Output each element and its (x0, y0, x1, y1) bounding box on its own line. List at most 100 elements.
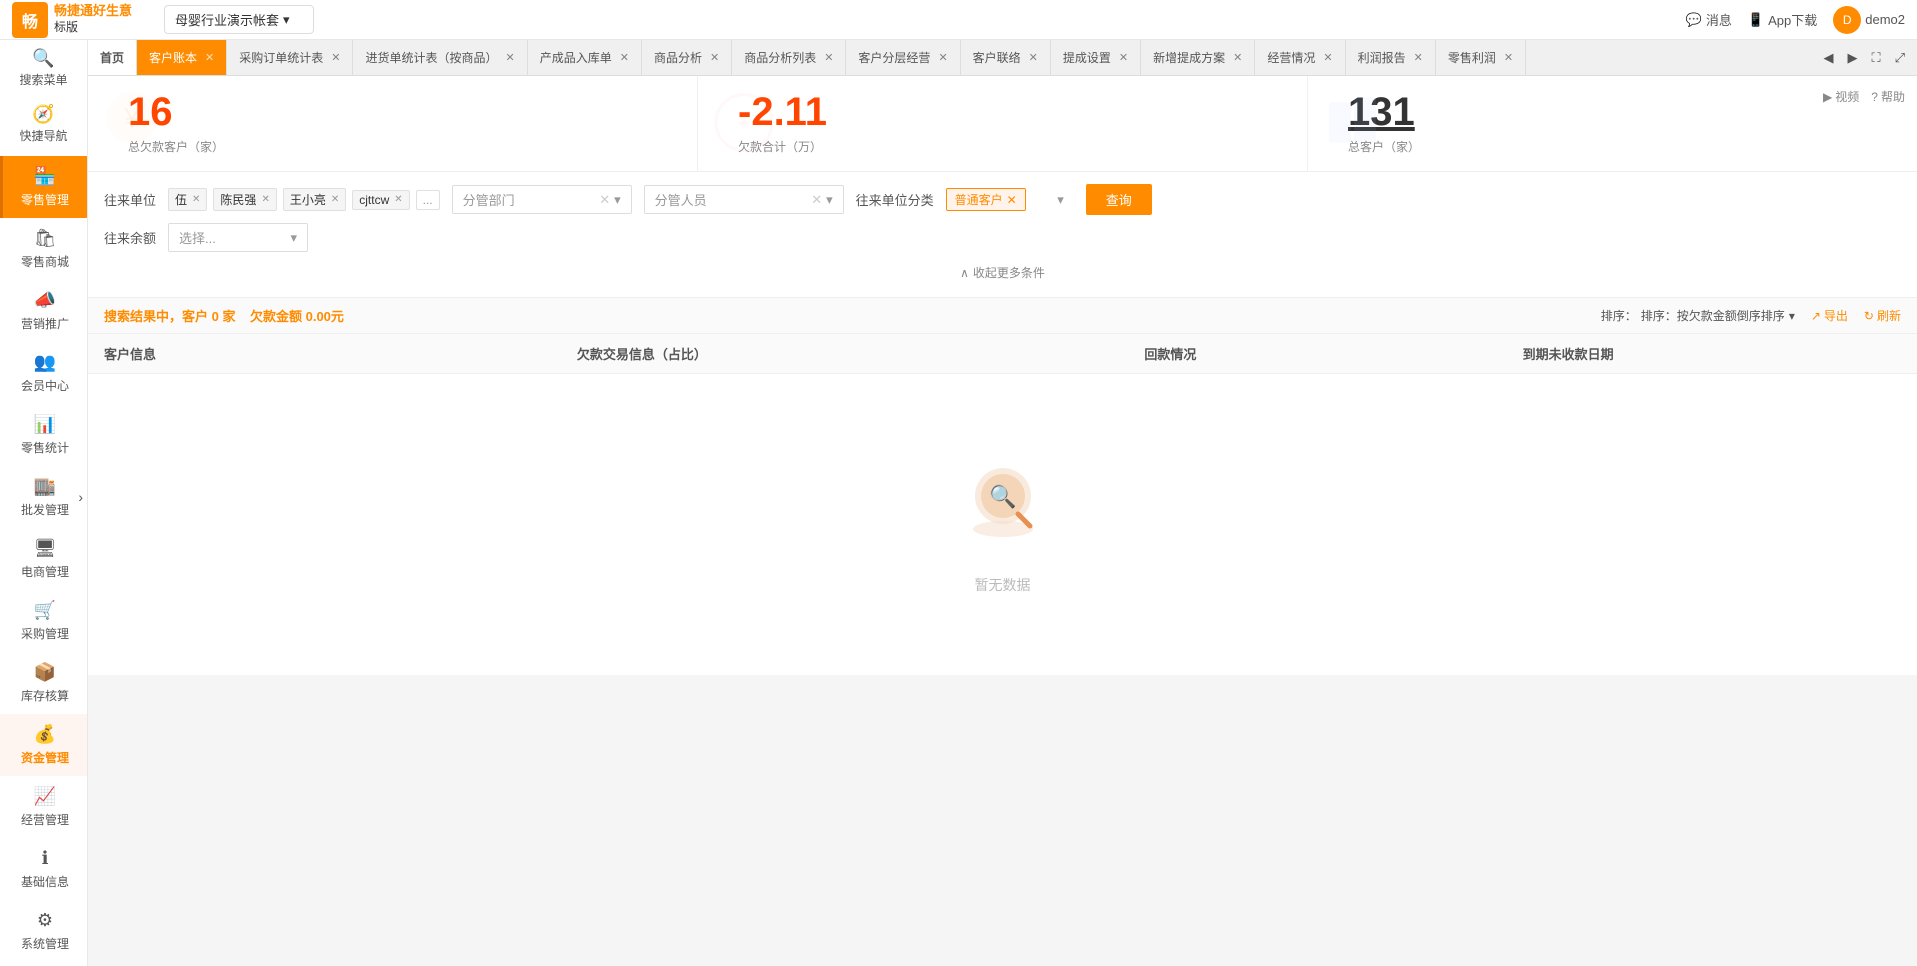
tab-product-analysis-list[interactable]: 商品分析列表 ✕ (732, 40, 846, 76)
tab-ops-situation[interactable]: 经营情况 ✕ (1255, 40, 1345, 76)
filter-tag-cjttcw[interactable]: cjttcw ✕ (352, 190, 409, 210)
video-btn[interactable]: ▶ 视频 (1823, 88, 1859, 105)
sidebar-item-retail-mgmt[interactable]: 🏪 零售管理 (0, 156, 87, 218)
tab-close-product-analysis[interactable]: ✕ (710, 51, 719, 64)
tab-close-new-improve-plan[interactable]: ✕ (1233, 51, 1242, 64)
no-data-illustration: 🔍 (958, 454, 1048, 544)
sidebar-item-purchase[interactable]: 🛒 采购管理 (0, 590, 87, 652)
collapse-btn[interactable]: ∧ 收起更多条件 (948, 260, 1057, 285)
unit-type-tag-close[interactable]: ✕ (1007, 193, 1017, 207)
tab-purchase-order-stats[interactable]: 采购订单统计表 ✕ (227, 40, 353, 76)
user-profile[interactable]: D demo2 (1833, 6, 1905, 34)
tab-product-analysis[interactable]: 商品分析 ✕ (642, 40, 732, 76)
tag-chen-close[interactable]: ✕ (261, 194, 269, 205)
tab-next-btn[interactable]: ▶ (1841, 50, 1863, 66)
tab-close-product-import[interactable]: ✕ (620, 51, 629, 64)
tab-prev-btn[interactable]: ◀ (1817, 50, 1839, 66)
tab-fullscreen-btn[interactable]: ⤢ (1889, 50, 1911, 66)
unit-type-label: 往来单位分类 (856, 190, 934, 209)
tab-profit-report[interactable]: 利润报告 ✕ (1346, 40, 1436, 76)
query-button[interactable]: 查询 (1086, 184, 1152, 215)
dept-clear-icon[interactable]: ✕ (599, 192, 610, 208)
member-icon: 👥 (34, 352, 56, 373)
dept-filter-select[interactable]: 分管部门 ✕ ▾ (452, 185, 632, 214)
sidebar-item-basic-info[interactable]: ℹ 基础信息 (0, 838, 87, 900)
message-btn[interactable]: 💬 消息 (1686, 10, 1732, 29)
tab-close-product-analysis-list[interactable]: ✕ (824, 51, 833, 64)
purchase-icon: 🛒 (34, 600, 56, 621)
refresh-icon: ↻ (1864, 309, 1874, 323)
question-icon: ? (1871, 90, 1878, 104)
tag-wu-close[interactable]: ✕ (192, 194, 200, 205)
filter-unit-type-tag[interactable]: 普通客户 ✕ (946, 188, 1026, 211)
sidebar-item-retail-stats[interactable]: 📊 零售统计 (0, 404, 87, 466)
tag-cjttcw-close[interactable]: ✕ (394, 194, 402, 205)
unit-filter-label: 往来单位 (104, 190, 156, 209)
sidebar-search-btn[interactable]: 🔍 搜索菜单 (0, 40, 87, 96)
tab-close-customer-segment[interactable]: ✕ (938, 51, 947, 64)
tab-close-improve-settings[interactable]: ✕ (1119, 51, 1128, 64)
tab-close-import-stats[interactable]: ✕ (506, 51, 515, 64)
person-clear-icon[interactable]: ✕ (811, 192, 822, 208)
data-table: 客户信息 欠款交易信息（占比） 回款情况 到期未收款日期 🔍 (88, 334, 1917, 675)
col-header-debt: 欠款交易信息（占比） (577, 344, 1144, 363)
inventory-icon: 📦 (34, 662, 56, 683)
tab-close-customer-accounts[interactable]: ✕ (205, 51, 214, 64)
tab-customer-segment[interactable]: 客户分层经营 ✕ (846, 40, 960, 76)
empty-label: 暂无数据 (975, 575, 1031, 595)
stat-block-customers: ¥ 16 总欠款客户（家） (88, 76, 697, 171)
filter-unit-tags: 伍 ✕ 陈民强 ✕ 王小亮 ✕ cjttcw ✕ (168, 188, 440, 211)
tab-home[interactable]: 首页 (88, 40, 137, 76)
sidebar-item-ops[interactable]: 📈 经营管理 (0, 776, 87, 838)
filter-tag-wang[interactable]: 王小亮 ✕ (283, 188, 346, 211)
tab-new-improve-plan[interactable]: 新增提成方案 ✕ (1141, 40, 1255, 76)
tab-expand-btn[interactable]: ⛶ (1865, 50, 1886, 66)
top-bar: 畅 畅捷通好生意 标版 母婴行业演示帐套 ▾ 💬 消息 📱 App下载 D de… (0, 0, 1917, 40)
tab-import-stats[interactable]: 进货单统计表（按商品） ✕ (353, 40, 527, 76)
sidebar-item-sys-mgmt[interactable]: ⚙ 系统管理 (0, 900, 87, 962)
play-icon: ▶ (1823, 90, 1832, 104)
tab-close-ops-situation[interactable]: ✕ (1323, 51, 1332, 64)
results-info: 搜索结果中，客户 0 家 欠款金额 0.00元 (104, 306, 344, 325)
app-download-btn[interactable]: 📱 App下载 (1748, 10, 1817, 29)
tab-retail-profit[interactable]: 零售利润 ✕ (1436, 40, 1526, 76)
sidebar-item-wholesale[interactable]: 🏬 批发管理 (0, 466, 87, 528)
filter-more-tags[interactable]: ... (416, 190, 440, 210)
customers-bg-icon: ¥ (104, 89, 160, 145)
tab-customer-contact[interactable]: 客户联络 ✕ (961, 40, 1051, 76)
ops-icon: 📈 (34, 786, 56, 807)
sidebar-item-marketing[interactable]: 📣 营销推广 (0, 280, 87, 342)
info-icon: ℹ (42, 848, 49, 869)
sidebar-item-ecommerce[interactable]: 🖥 电商管理 (0, 528, 87, 590)
unit-type-select[interactable]: ▾ (1034, 188, 1074, 212)
sort-select[interactable]: 排序： 排序：按欠款金额倒序排序 ▾ (1601, 307, 1795, 324)
tab-close-purchase-order[interactable]: ✕ (331, 51, 340, 64)
balance-filter-select[interactable]: 选择... ▾ (168, 223, 308, 252)
sidebar-item-retail-mall[interactable]: 🛍 零售商城 (0, 218, 87, 280)
tab-close-retail-profit[interactable]: ✕ (1504, 51, 1513, 64)
sidebar-item-corp-collab[interactable]: 🤝 企业协同 (0, 962, 87, 966)
quick-nav-btn[interactable]: 🧭 快捷导航 (0, 96, 87, 152)
filter-tag-chen[interactable]: 陈民强 ✕ (213, 188, 276, 211)
shopping-icon: 🛍 (34, 228, 57, 249)
sidebar-item-inventory[interactable]: 📦 库存核算 (0, 652, 87, 714)
svg-text:🔍: 🔍 (989, 482, 1016, 509)
content-area: 首页 客户账本 ✕ 采购订单统计表 ✕ 进货单统计表（按商品） ✕ 产成品入库单… (88, 40, 1917, 966)
refresh-btn[interactable]: ↻ 刷新 (1864, 307, 1901, 324)
help-btn[interactable]: ? 帮助 (1871, 88, 1905, 105)
tab-close-customer-contact[interactable]: ✕ (1029, 51, 1038, 64)
sidebar-item-finance[interactable]: 💰 资金管理 (0, 714, 87, 776)
tag-wang-close[interactable]: ✕ (331, 194, 339, 205)
filter-tag-wu[interactable]: 伍 ✕ (168, 188, 207, 211)
sidebar-item-member[interactable]: 👥 会员中心 (0, 342, 87, 404)
tab-customer-accounts[interactable]: 客户账本 ✕ (137, 40, 227, 76)
export-btn[interactable]: ↗ 导出 (1811, 307, 1848, 324)
person-filter-select[interactable]: 分管人员 ✕ ▾ (644, 185, 844, 214)
tab-close-profit-report[interactable]: ✕ (1414, 51, 1423, 64)
finance-icon: 💰 (34, 724, 56, 745)
tab-improve-settings[interactable]: 提成设置 ✕ (1051, 40, 1141, 76)
tab-controls: ◀ ▶ ⛶ ⤢ (1817, 50, 1917, 66)
org-selector[interactable]: 母婴行业演示帐套 ▾ (164, 5, 314, 34)
filter-row-1: 往来单位 伍 ✕ 陈民强 ✕ 王小亮 ✕ (104, 184, 1901, 215)
tab-product-import[interactable]: 产成品入库单 ✕ (528, 40, 642, 76)
